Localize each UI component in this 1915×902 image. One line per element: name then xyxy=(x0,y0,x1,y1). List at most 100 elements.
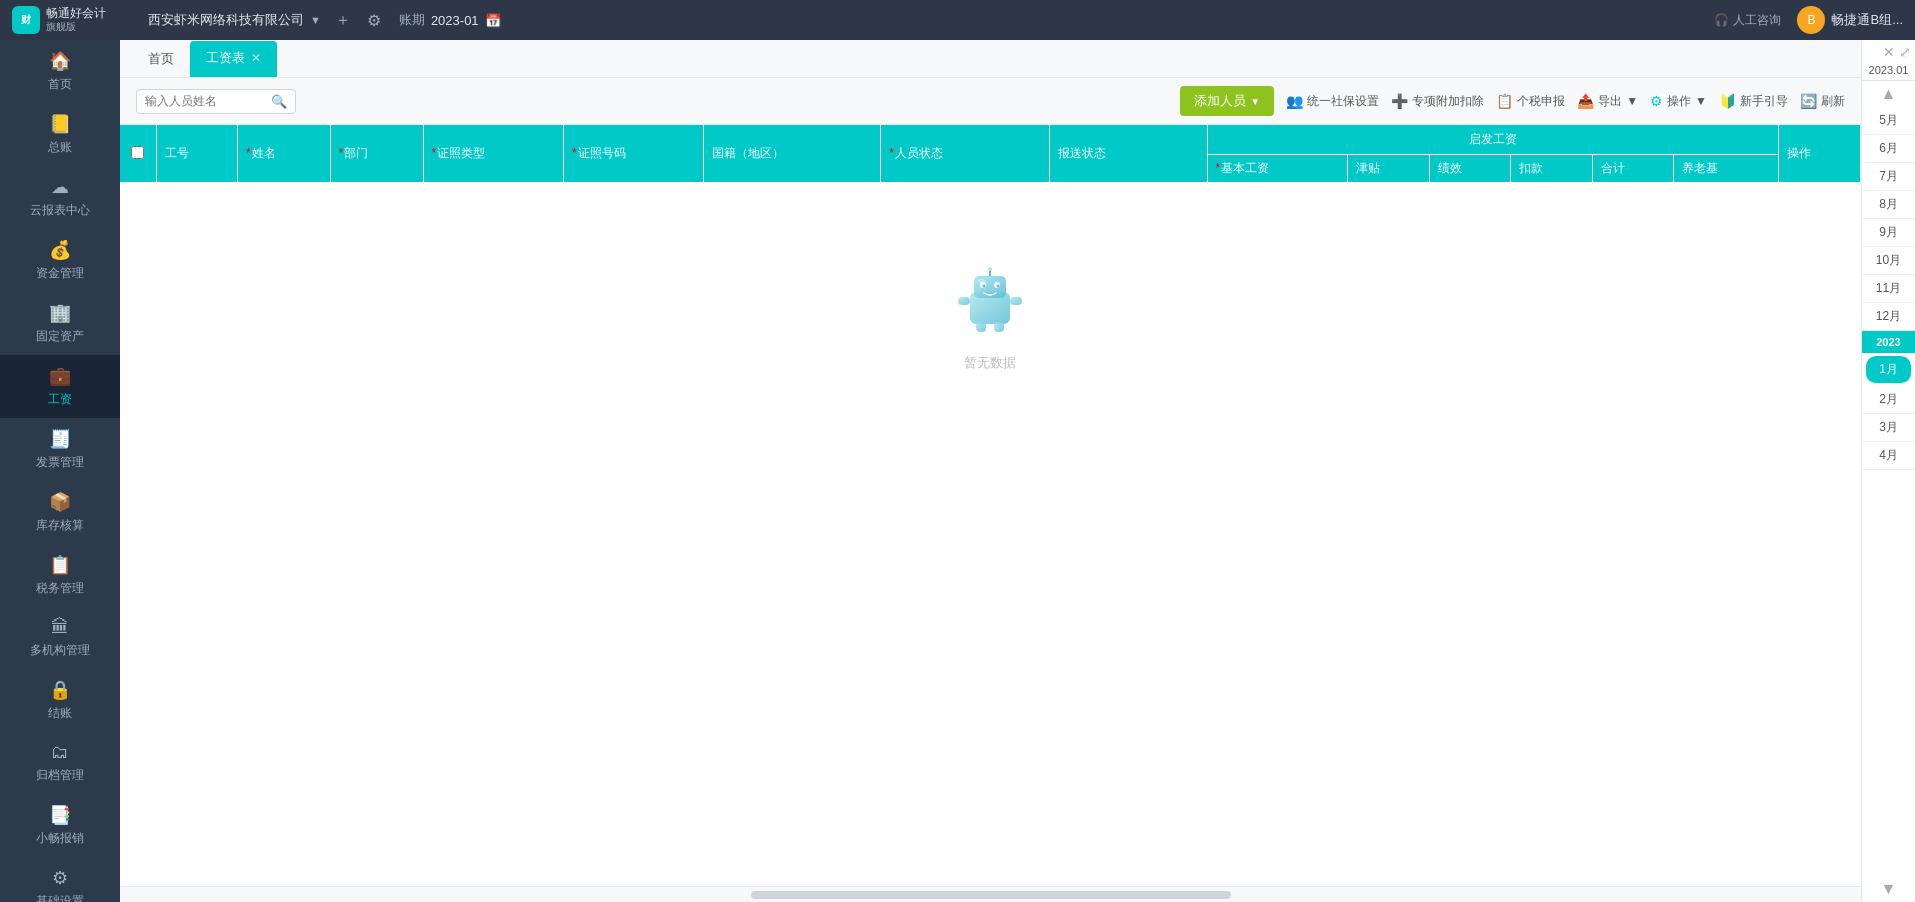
sidebar-item-expense[interactable]: 📑 小畅报销 xyxy=(0,794,120,857)
col-deduction: 扣款 xyxy=(1511,155,1592,183)
empty-illustration xyxy=(950,262,1030,342)
operation-action[interactable]: ⚙ 操作 ▼ xyxy=(1650,93,1707,110)
app-name: 畅通好会计 xyxy=(46,6,106,20)
panel-prev-icon[interactable]: ▲ xyxy=(1862,81,1915,107)
sidebar-label-cloud: 云报表中心 xyxy=(30,202,90,219)
year-label-2023: 2023 xyxy=(1862,331,1915,354)
sidebar-item-inventory[interactable]: 📦 库存核算 xyxy=(0,481,120,544)
svg-point-5 xyxy=(997,285,1000,288)
table-header-row: 工号 *姓名 *部门 *证照类型 *证照号码 国籍（地区） *人员状态 ▼ 报送… xyxy=(120,125,1861,155)
cloud-icon: ☁ xyxy=(51,176,69,198)
svg-point-7 xyxy=(988,267,992,271)
deduct-icon: ➕ xyxy=(1391,93,1408,109)
sidebar-label-close: 结账 xyxy=(48,705,72,722)
month-item-8[interactable]: 8月 xyxy=(1862,191,1915,219)
search-icon: 🔍 xyxy=(271,94,287,109)
month-item-4[interactable]: 4月 xyxy=(1862,442,1915,470)
month-item-12[interactable]: 12月 xyxy=(1862,303,1915,331)
expand-panel-icon[interactable]: ⤢ xyxy=(1899,44,1911,60)
col-cert-type: *证照类型 xyxy=(423,125,563,182)
social-settings-action[interactable]: 👥 统一社保设置 xyxy=(1286,93,1379,110)
horizontal-scrollbar[interactable] xyxy=(120,886,1861,902)
tax-label: 个税申报 xyxy=(1517,93,1565,110)
empty-state: 暂无数据 xyxy=(120,182,1861,452)
sidebar-item-fund[interactable]: 💰 资金管理 xyxy=(0,229,120,292)
toolbar: 🔍 添加人员 ▼ 👥 统一社保设置 ➕ 专项附加扣除 📋 个税申报 xyxy=(120,78,1861,125)
export-icon: 📤 xyxy=(1577,93,1594,109)
sidebar-item-settings[interactable]: ⚙ 基础设置 xyxy=(0,857,120,902)
tab-close-icon[interactable]: ✕ xyxy=(251,51,261,65)
add-person-label: 添加人员 xyxy=(1194,92,1246,110)
user-info[interactable]: B 畅捷通B组... xyxy=(1797,6,1903,34)
add-button[interactable]: ＋ xyxy=(333,8,353,33)
col-nation: 国籍（地区） xyxy=(704,125,881,182)
close-panel-icon[interactable]: ✕ xyxy=(1883,44,1895,60)
invoice-icon: 🧾 xyxy=(49,428,71,450)
month-item-3[interactable]: 3月 xyxy=(1862,414,1915,442)
sidebar-item-tax[interactable]: 📋 税务管理 xyxy=(0,544,120,607)
help-button[interactable]: 🎧 人工咨询 xyxy=(1714,12,1781,29)
tab-salary[interactable]: 工资表 ✕ xyxy=(190,41,277,77)
tax-action[interactable]: 📋 个税申报 xyxy=(1496,93,1565,110)
deduct-action[interactable]: ➕ 专项附加扣除 xyxy=(1391,93,1484,110)
guide-label: 新手引导 xyxy=(1740,93,1788,110)
operation-icon: ⚙ xyxy=(1650,93,1663,109)
tax-report-icon: 📋 xyxy=(1496,93,1513,109)
sidebar-item-home[interactable]: 🏠 首页 xyxy=(0,40,120,103)
col-dept: *部门 xyxy=(330,125,423,182)
sidebar-label-fund: 资金管理 xyxy=(36,265,84,282)
panel-next-icon[interactable]: ▼ xyxy=(1862,876,1915,902)
close-period-icon: 🔒 xyxy=(49,679,71,701)
asset-icon: 🏢 xyxy=(49,302,71,324)
col-salary-group: 启发工资 xyxy=(1207,125,1779,155)
inventory-icon: 📦 xyxy=(49,491,71,513)
sidebar-label-expense: 小畅报销 xyxy=(36,830,84,847)
sidebar-item-cloud[interactable]: ☁ 云报表中心 xyxy=(0,166,120,229)
add-person-button[interactable]: 添加人员 ▼ xyxy=(1180,86,1274,116)
guide-action[interactable]: 🔰 新手引导 xyxy=(1719,93,1788,110)
top-bar: 财 畅通好会计 旗舰版 西安虾米网络科技有限公司 ▼ ＋ ⚙ 账期 2023-0… xyxy=(0,0,1915,40)
ledger-icon: 📒 xyxy=(49,113,71,135)
sidebar-item-archive[interactable]: 🗂 归档管理 xyxy=(0,732,120,794)
company-selector[interactable]: 西安虾米网络科技有限公司 ▼ xyxy=(148,11,321,29)
status-filter-icon[interactable]: ▼ xyxy=(946,147,957,159)
settings-icon[interactable]: ⚙ xyxy=(365,9,383,32)
tab-home[interactable]: 首页 xyxy=(132,42,190,76)
empty-row: 暂无数据 xyxy=(120,182,1861,452)
sidebar-item-ledger[interactable]: 📒 总账 xyxy=(0,103,120,166)
sidebar-label-tax: 税务管理 xyxy=(36,580,84,597)
svg-rect-9 xyxy=(1010,297,1022,305)
month-item-10[interactable]: 10月 xyxy=(1862,247,1915,275)
archive-icon: 🗂 xyxy=(51,742,69,763)
month-item-5[interactable]: 5月 xyxy=(1862,107,1915,135)
deduct-label: 专项附加扣除 xyxy=(1412,93,1484,110)
month-item-2[interactable]: 2月 xyxy=(1862,386,1915,414)
month-item-7[interactable]: 7月 xyxy=(1862,163,1915,191)
month-item-1[interactable]: 1月 xyxy=(1866,356,1911,384)
sidebar-item-asset[interactable]: 🏢 固定资产 xyxy=(0,292,120,355)
salary-icon: 💼 xyxy=(49,365,71,387)
select-all-checkbox[interactable] xyxy=(131,146,144,159)
col-pension: 养老基 xyxy=(1674,155,1779,183)
social-icon: 👥 xyxy=(1286,93,1303,109)
month-item-11[interactable]: 11月 xyxy=(1862,275,1915,303)
table-container: 工号 *姓名 *部门 *证照类型 *证照号码 国籍（地区） *人员状态 ▼ 报送… xyxy=(120,125,1861,886)
sidebar-item-salary[interactable]: 💼 工资 xyxy=(0,355,120,418)
month-item-9[interactable]: 9月 xyxy=(1862,219,1915,247)
home-icon: 🏠 xyxy=(49,50,71,72)
month-item-6[interactable]: 6月 xyxy=(1862,135,1915,163)
sidebar-item-invoice[interactable]: 🧾 发票管理 xyxy=(0,418,120,481)
search-input[interactable] xyxy=(145,94,265,108)
sidebar-item-multi[interactable]: 🏛 多机构管理 xyxy=(0,607,120,669)
calendar-icon[interactable]: 📅 xyxy=(485,13,501,28)
refresh-action[interactable]: 🔄 刷新 xyxy=(1800,93,1845,110)
sidebar-item-close[interactable]: 🔒 结账 xyxy=(0,669,120,732)
export-label: 导出 xyxy=(1598,93,1622,110)
svg-rect-8 xyxy=(958,297,970,305)
report-filter-icon[interactable]: ▼ xyxy=(1109,147,1120,159)
export-action[interactable]: 📤 导出 ▼ xyxy=(1577,93,1638,110)
fund-icon: 💰 xyxy=(49,239,71,261)
salary-table: 工号 *姓名 *部门 *证照类型 *证照号码 国籍（地区） *人员状态 ▼ 报送… xyxy=(120,125,1861,452)
app-edition: 旗舰版 xyxy=(46,20,106,34)
sidebar-label-ledger: 总账 xyxy=(48,139,72,156)
